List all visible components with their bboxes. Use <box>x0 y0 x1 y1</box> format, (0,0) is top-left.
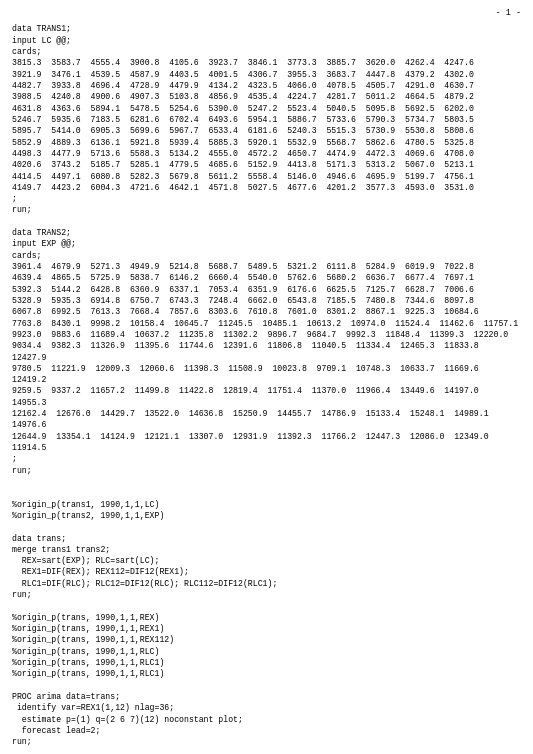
page-number: - 1 - <box>12 8 521 19</box>
page-content: data TRANS1; input LC @@; cards; 3815.3 … <box>12 23 521 754</box>
